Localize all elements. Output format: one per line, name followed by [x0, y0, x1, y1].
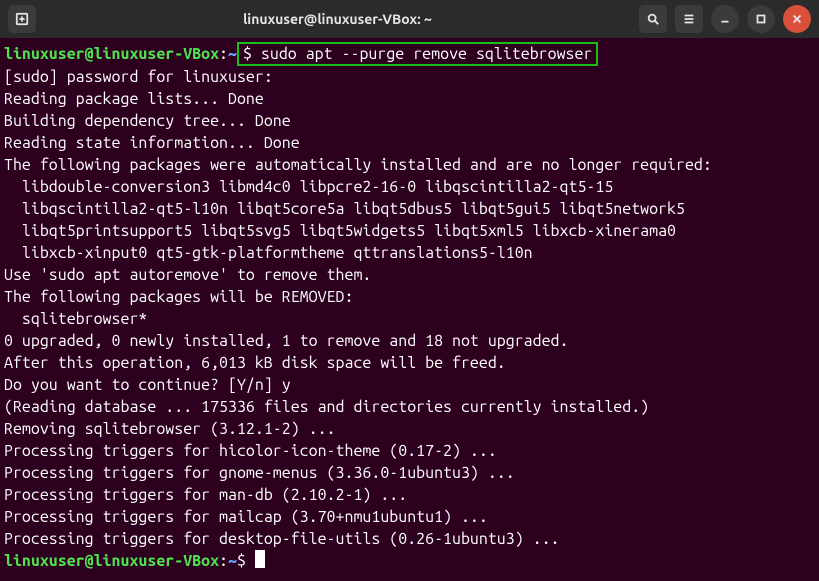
output-line: [sudo] password for linuxuser:	[4, 66, 815, 88]
output-line: Processing triggers for hicolor-icon-the…	[4, 440, 815, 462]
output-line: libxcb-xinput0 qt5-gtk-platformtheme qtt…	[4, 242, 815, 264]
output-line: libqscintilla2-qt5-l10n libqt5core5a lib…	[4, 198, 815, 220]
entered-command-highlight: $ sudo apt --purge remove sqlitebrowser	[237, 42, 598, 66]
prompt-path: ~	[228, 45, 237, 63]
output-line: libdouble-conversion3 libmd4c0 libpcre2-…	[4, 176, 815, 198]
output-line: The following packages were automaticall…	[4, 154, 815, 176]
output-line: Reading package lists... Done	[4, 88, 815, 110]
prompt-line: linuxuser@linuxuser-VBox:~$ sudo apt --p…	[4, 42, 815, 66]
output-line: Removing sqlitebrowser (3.12.1-2) ...	[4, 418, 815, 440]
prompt-path: ~	[228, 552, 237, 570]
output-line: The following packages will be REMOVED:	[4, 286, 815, 308]
prompt-separator: :	[219, 552, 228, 570]
minimize-button[interactable]	[711, 5, 739, 33]
close-button[interactable]	[783, 5, 811, 33]
output-line: (Reading database ... 175336 files and d…	[4, 396, 815, 418]
output-line: Processing triggers for gnome-menus (3.3…	[4, 462, 815, 484]
window-title: linuxuser@linuxuser-VBox: ~	[44, 11, 631, 27]
output-line: Reading state information... Done	[4, 132, 815, 154]
terminal-viewport[interactable]: linuxuser@linuxuser-VBox:~$ sudo apt --p…	[0, 38, 819, 581]
cursor	[255, 550, 265, 568]
maximize-button[interactable]	[747, 5, 775, 33]
output-line: Processing triggers for desktop-file-uti…	[4, 528, 815, 550]
output-line: sqlitebrowser*	[4, 308, 815, 330]
output-line: Processing triggers for mailcap (3.70+nm…	[4, 506, 815, 528]
output-line: Do you want to continue? [Y/n] y	[4, 374, 815, 396]
prompt-symbol: $	[237, 552, 246, 570]
output-line: Processing triggers for man-db (2.10.2-1…	[4, 484, 815, 506]
output-line: Building dependency tree... Done	[4, 110, 815, 132]
window-titlebar: linuxuser@linuxuser-VBox: ~	[0, 0, 819, 38]
new-tab-button[interactable]	[8, 5, 36, 33]
prompt-userhost: linuxuser@linuxuser-VBox	[4, 45, 219, 63]
output-line: Use 'sudo apt autoremove' to remove them…	[4, 264, 815, 286]
prompt-separator: :	[219, 45, 228, 63]
prompt-line-current: linuxuser@linuxuser-VBox:~$	[4, 550, 815, 572]
prompt-userhost: linuxuser@linuxuser-VBox	[4, 552, 219, 570]
menu-button[interactable]	[675, 5, 703, 33]
output-line: 0 upgraded, 0 newly installed, 1 to remo…	[4, 330, 815, 352]
output-line: libqt5printsupport5 libqt5svg5 libqt5wid…	[4, 220, 815, 242]
output-line: After this operation, 6,013 kB disk spac…	[4, 352, 815, 374]
search-button[interactable]	[639, 5, 667, 33]
